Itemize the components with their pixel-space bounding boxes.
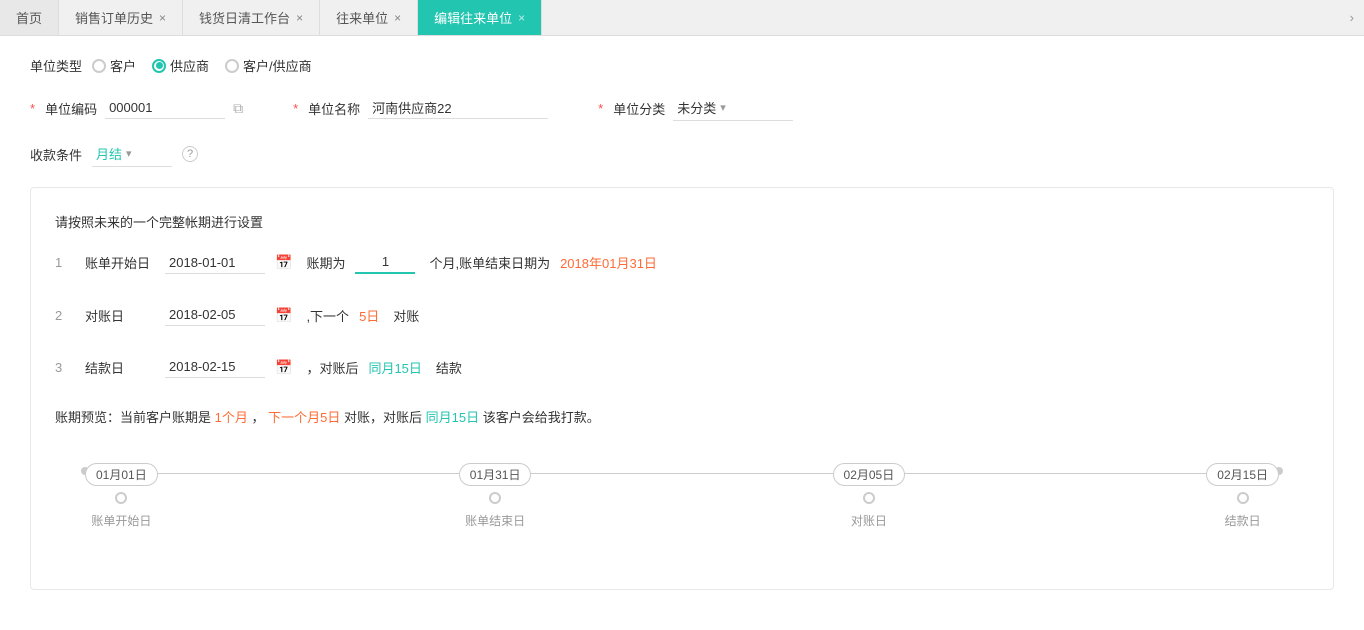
close-icon[interactable]: × bbox=[159, 11, 166, 25]
preview-sep2: 对账，对账后 bbox=[344, 410, 422, 425]
tab-bar: 首页 销售订单历史 × 钱货日清工作台 × 往来单位 × 编辑往来单位 × › bbox=[0, 0, 1364, 36]
preview-label: 账期预览：当前客户账期是 bbox=[55, 410, 211, 425]
payment-highlight: 同月15日 bbox=[368, 358, 421, 377]
tab-partner[interactable]: 往来单位 × bbox=[320, 0, 418, 35]
copy-icon[interactable]: ⧉ bbox=[233, 100, 243, 117]
unit-code-label: 单位编码 bbox=[45, 99, 97, 118]
start-date-input[interactable] bbox=[165, 252, 265, 274]
payment-prefix: ，对账后 bbox=[306, 358, 358, 377]
row-label-start: 账单开始日 bbox=[85, 253, 155, 272]
help-icon[interactable]: ? bbox=[182, 146, 198, 162]
preview-part3: 同月15日 bbox=[426, 410, 479, 425]
preview-part1: 1个月 bbox=[215, 410, 248, 425]
radio-circle-both bbox=[225, 59, 239, 73]
unit-class-label: 单位分类 bbox=[613, 99, 665, 118]
unit-info-row: * 单位编码 ⧉ * 单位名称 * 单位分类 未分类 ▾ bbox=[30, 95, 1334, 121]
unit-name-input[interactable] bbox=[368, 97, 548, 119]
node-badge-0: 01月01日 bbox=[85, 463, 158, 486]
end-date-highlight: 2018年01月31日 bbox=[560, 253, 657, 272]
unit-code-input[interactable] bbox=[105, 97, 225, 119]
unit-type-label: 单位类型 bbox=[30, 56, 82, 75]
close-icon[interactable]: × bbox=[296, 11, 303, 25]
node-label-3: 结款日 bbox=[1225, 512, 1261, 529]
node-dot-3 bbox=[1237, 492, 1249, 504]
month-input[interactable] bbox=[355, 251, 415, 274]
close-icon[interactable]: × bbox=[394, 11, 401, 25]
payment-terms-row: 收款条件 月结 ▾ ? bbox=[30, 141, 1334, 167]
calendar-icon[interactable]: 📅 bbox=[275, 359, 292, 376]
row-start-date: 1 账单开始日 📅 账期为 个月,账单结束日期为 2018年01月31日 bbox=[55, 251, 1309, 274]
unit-type-radio-group: 客户 供应商 客户/供应商 bbox=[92, 56, 312, 75]
reconcile-suffix: 对账 bbox=[393, 306, 419, 325]
payment-terms-select[interactable]: 月结 ▾ bbox=[92, 141, 172, 167]
node-badge-1: 01月31日 bbox=[459, 463, 532, 486]
timeline-node-1: 01月31日 账单结束日 bbox=[459, 463, 532, 529]
radio-both[interactable]: 客户/供应商 bbox=[225, 56, 312, 75]
reconcile-highlight: 5日 bbox=[359, 306, 379, 325]
unit-class-group: * 单位分类 未分类 ▾ bbox=[598, 95, 793, 121]
radio-customer[interactable]: 客户 bbox=[92, 56, 136, 75]
reconcile-date-input[interactable] bbox=[165, 304, 265, 326]
tab-expand-button[interactable]: › bbox=[1340, 0, 1364, 35]
reconcile-prefix: ,下一个 bbox=[306, 306, 349, 325]
timeline: 01月01日 账单开始日 01月31日 账单结束日 02月05日 对账日 02月… bbox=[85, 453, 1279, 559]
timeline-node-0: 01月01日 账单开始日 bbox=[85, 463, 158, 529]
unit-code-group: * 单位编码 ⧉ bbox=[30, 97, 243, 119]
radio-circle-supplier bbox=[152, 59, 166, 73]
close-icon[interactable]: × bbox=[518, 11, 525, 25]
preview-text: 账期预览：当前客户账期是 1个月 ， 下一个月5日 对账，对账后 同月15日 该… bbox=[55, 408, 1309, 429]
timeline-nodes: 01月01日 账单开始日 01月31日 账单结束日 02月05日 对账日 02月… bbox=[85, 463, 1279, 529]
period-settings-card: 请按照未来的一个完整帐期进行设置 1 账单开始日 📅 账期为 个月,账单结束日期… bbox=[30, 187, 1334, 590]
payment-terms-label: 收款条件 bbox=[30, 145, 82, 164]
row-num-3: 3 bbox=[55, 360, 75, 375]
row-label-reconcile: 对账日 bbox=[85, 306, 155, 325]
tab-edit-partner[interactable]: 编辑往来单位 × bbox=[418, 0, 542, 35]
chevron-down-icon: ▾ bbox=[126, 147, 132, 160]
suffix-mid-1: 个月,账单结束日期为 bbox=[429, 253, 550, 272]
timeline-node-2: 02月05日 对账日 bbox=[833, 463, 906, 529]
radio-supplier[interactable]: 供应商 bbox=[152, 56, 209, 75]
payment-date-input[interactable] bbox=[165, 356, 265, 378]
payment-suffix: 结款 bbox=[436, 358, 462, 377]
chevron-down-icon: ▾ bbox=[720, 101, 726, 114]
suffix-pre-1: 账期为 bbox=[306, 253, 345, 272]
node-dot-2 bbox=[863, 492, 875, 504]
timeline-node-3: 02月15日 结款日 bbox=[1206, 463, 1279, 529]
node-label-0: 账单开始日 bbox=[91, 512, 151, 529]
node-label-2: 对账日 bbox=[851, 512, 887, 529]
payment-terms-value: 月结 bbox=[96, 144, 122, 163]
preview-part2: 下一个月5日 bbox=[268, 410, 340, 425]
tab-sales-history[interactable]: 销售订单历史 × bbox=[59, 0, 183, 35]
unit-name-group: * 单位名称 bbox=[293, 97, 548, 119]
row-payment-date: 3 结款日 📅 ，对账后 同月15日 结款 bbox=[55, 356, 1309, 378]
node-label-1: 账单结束日 bbox=[465, 512, 525, 529]
unit-name-label: 单位名称 bbox=[308, 99, 360, 118]
row-num-2: 2 bbox=[55, 308, 75, 323]
preview-end: 该客户会给我打款。 bbox=[483, 410, 600, 425]
calendar-icon[interactable]: 📅 bbox=[275, 254, 292, 271]
node-badge-2: 02月05日 bbox=[833, 463, 906, 486]
unit-class-value: 未分类 bbox=[677, 98, 716, 117]
row-num-1: 1 bbox=[55, 255, 75, 270]
preview-sep1: ， bbox=[252, 410, 265, 425]
card-hint: 请按照未来的一个完整帐期进行设置 bbox=[55, 212, 1309, 231]
calendar-icon[interactable]: 📅 bbox=[275, 307, 292, 324]
tab-home[interactable]: 首页 bbox=[0, 0, 59, 35]
radio-circle-customer bbox=[92, 59, 106, 73]
tab-cash-work[interactable]: 钱货日清工作台 × bbox=[183, 0, 320, 35]
node-dot-0 bbox=[115, 492, 127, 504]
node-dot-1 bbox=[489, 492, 501, 504]
node-badge-3: 02月15日 bbox=[1206, 463, 1279, 486]
row-reconcile-date: 2 对账日 📅 ,下一个 5日 对账 bbox=[55, 304, 1309, 326]
row-label-payment: 结款日 bbox=[85, 358, 155, 377]
main-content: 单位类型 客户 供应商 客户/供应商 * 单位编码 ⧉ * 单位名称 bbox=[0, 36, 1364, 630]
unit-class-select[interactable]: 未分类 ▾ bbox=[673, 95, 793, 121]
unit-type-row: 单位类型 客户 供应商 客户/供应商 bbox=[30, 56, 1334, 75]
